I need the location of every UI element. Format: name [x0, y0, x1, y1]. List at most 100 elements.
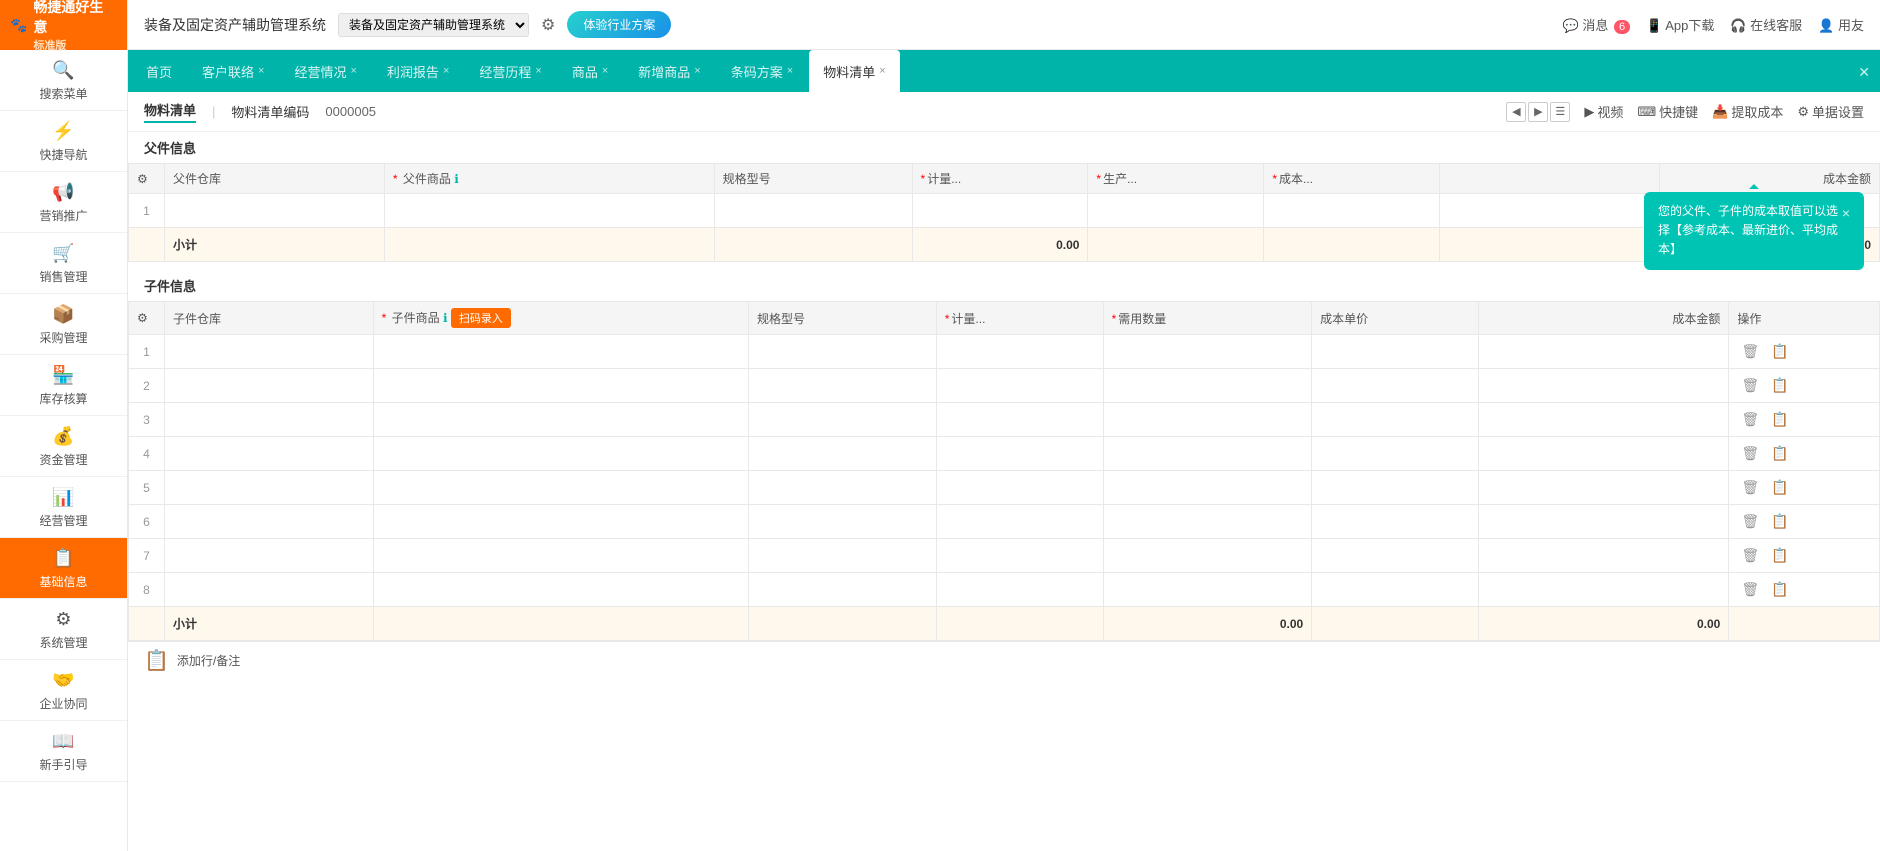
nav-next[interactable]: ▶ [1528, 102, 1548, 122]
child-row-6-qty[interactable] [1103, 505, 1312, 539]
parent-row-1-warehouse[interactable] [165, 194, 385, 228]
system-dropdown[interactable]: 装备及固定资产辅助管理系统 [338, 13, 529, 37]
delete-icon-row-3[interactable]: 🗑 [1737, 409, 1763, 430]
child-row-4-unit[interactable] [936, 437, 1103, 471]
child-row-1-product[interactable] [373, 335, 748, 369]
child-row-5-unit[interactable] [936, 471, 1103, 505]
online-service-link[interactable]: 🎧 在线客服 [1730, 15, 1802, 34]
child-row-1-warehouse[interactable] [165, 335, 374, 369]
child-row-3-qty[interactable] [1103, 403, 1312, 437]
child-row-4-warehouse[interactable] [165, 437, 374, 471]
child-row-3-unit-cost[interactable] [1312, 403, 1479, 437]
child-row-5-warehouse[interactable] [165, 471, 374, 505]
copy-icon-row-6[interactable]: 📋 [1767, 511, 1792, 532]
child-row-5-qty[interactable] [1103, 471, 1312, 505]
delete-icon-row-2[interactable]: 🗑 [1737, 375, 1763, 396]
sidebar-item-basic-info[interactable]: 📋 基础信息 [0, 538, 127, 599]
copy-icon-row-7[interactable]: 📋 [1767, 545, 1792, 566]
child-row-1-qty[interactable] [1103, 335, 1312, 369]
tab-profit-close[interactable]: × [443, 65, 449, 77]
parent-row-1-product[interactable] [384, 194, 714, 228]
sidebar-item-finance[interactable]: 💰 资金管理 [0, 416, 127, 477]
child-row-6-product[interactable] [373, 505, 748, 539]
delete-icon-row-6[interactable]: 🗑 [1737, 511, 1763, 532]
child-row-8-warehouse[interactable] [165, 573, 374, 607]
delete-icon-row-5[interactable]: 🗑 [1737, 477, 1763, 498]
delete-icon-row-8[interactable]: 🗑 [1737, 579, 1763, 600]
tab-biz-history-close[interactable]: × [535, 65, 541, 77]
breadcrumb-bom[interactable]: 物料清单 [144, 100, 196, 123]
sidebar-item-sales[interactable]: 🛒 销售管理 [0, 233, 127, 294]
info-icon[interactable]: ℹ [454, 172, 459, 186]
child-row-6-spec[interactable] [749, 505, 937, 539]
tab-bom-close[interactable]: × [879, 65, 885, 77]
child-row-7-spec[interactable] [749, 539, 937, 573]
sidebar-item-operations[interactable]: 📊 经营管理 [0, 477, 127, 538]
action-single-settings[interactable]: ⚙ 单据设置 [1797, 102, 1864, 121]
tab-home[interactable]: 首页 [132, 50, 186, 92]
child-row-2-warehouse[interactable] [165, 369, 374, 403]
child-row-2-spec[interactable] [749, 369, 937, 403]
tab-barcode-close[interactable]: × [787, 65, 793, 77]
child-row-8-spec[interactable] [749, 573, 937, 607]
child-row-6-unit[interactable] [936, 505, 1103, 539]
child-row-5-product[interactable] [373, 471, 748, 505]
tooltip-close[interactable]: × [1842, 202, 1850, 224]
child-row-7-warehouse[interactable] [165, 539, 374, 573]
child-row-7-qty[interactable] [1103, 539, 1312, 573]
child-row-5-unit-cost[interactable] [1312, 471, 1479, 505]
sidebar-item-enterprise[interactable]: 🤝 企业协同 [0, 660, 127, 721]
nav-menu[interactable]: ☰ [1550, 102, 1570, 122]
child-row-8-product[interactable] [373, 573, 748, 607]
sidebar-item-quick-nav[interactable]: ⚡ 快捷导航 [0, 111, 127, 172]
child-row-3-unit[interactable] [936, 403, 1103, 437]
child-row-8-qty[interactable] [1103, 573, 1312, 607]
system-select[interactable]: 装备及固定资产辅助管理系统 [338, 13, 529, 37]
sidebar-item-system[interactable]: ⚙ 系统管理 [0, 599, 127, 660]
action-shortcut[interactable]: ⌨ 快捷键 [1637, 102, 1698, 121]
tab-operations-close[interactable]: × [350, 65, 356, 77]
tab-new-products-close[interactable]: × [694, 65, 700, 77]
parent-row-1-production[interactable] [1088, 194, 1264, 228]
child-row-6-unit-cost[interactable] [1312, 505, 1479, 539]
child-row-8-unit-cost[interactable] [1312, 573, 1479, 607]
tab-profit[interactable]: 利润报告 × [373, 50, 463, 92]
copy-icon-row-8[interactable]: 📋 [1767, 579, 1792, 600]
child-row-2-unit-cost[interactable] [1312, 369, 1479, 403]
parent-row-1-unit[interactable] [912, 194, 1088, 228]
delete-icon-row-1[interactable]: 🗑 [1737, 341, 1763, 362]
parent-row-1-cost[interactable] [1264, 194, 1440, 228]
action-video[interactable]: ▶ 视频 [1584, 102, 1623, 121]
tab-operations[interactable]: 经营情况 × [280, 50, 370, 92]
add-row-label[interactable]: 添加行/备注 [177, 652, 240, 669]
close-all-tabs[interactable]: ✕ [1858, 64, 1870, 81]
tab-products-close[interactable]: × [602, 65, 608, 77]
child-row-3-warehouse[interactable] [165, 403, 374, 437]
child-row-1-unit-cost[interactable] [1312, 335, 1479, 369]
copy-icon-row-2[interactable]: 📋 [1767, 375, 1792, 396]
copy-icon-row-5[interactable]: 📋 [1767, 477, 1792, 498]
child-row-7-unit-cost[interactable] [1312, 539, 1479, 573]
settings-icon[interactable]: ⚙ [541, 15, 555, 35]
tab-products[interactable]: 商品 × [558, 50, 622, 92]
sidebar-item-marketing[interactable]: 📢 营销推广 [0, 172, 127, 233]
app-download-link[interactable]: 📱 App下载 [1646, 15, 1714, 34]
tab-barcode[interactable]: 条码方案 × [717, 50, 807, 92]
tab-bom[interactable]: 物料清单 × [809, 50, 899, 92]
messages-link[interactable]: 💬 消息 6 [1563, 15, 1631, 34]
copy-icon-row-4[interactable]: 📋 [1767, 443, 1792, 464]
tab-customers-close[interactable]: × [258, 65, 264, 77]
child-row-7-product[interactable] [373, 539, 748, 573]
child-row-3-spec[interactable] [749, 403, 937, 437]
child-row-1-spec[interactable] [749, 335, 937, 369]
sidebar-item-inventory[interactable]: 🏪 库存核算 [0, 355, 127, 416]
child-row-2-product[interactable] [373, 369, 748, 403]
scan-button[interactable]: 扫码录入 [451, 308, 511, 328]
child-row-5-spec[interactable] [749, 471, 937, 505]
child-info-icon[interactable]: ℹ [443, 311, 448, 325]
nav-prev[interactable]: ◀ [1506, 102, 1526, 122]
sidebar-item-search[interactable]: 🔍 搜索菜单 [0, 50, 127, 111]
delete-icon-row-4[interactable]: 🗑 [1737, 443, 1763, 464]
child-row-2-qty[interactable] [1103, 369, 1312, 403]
child-row-7-unit[interactable] [936, 539, 1103, 573]
